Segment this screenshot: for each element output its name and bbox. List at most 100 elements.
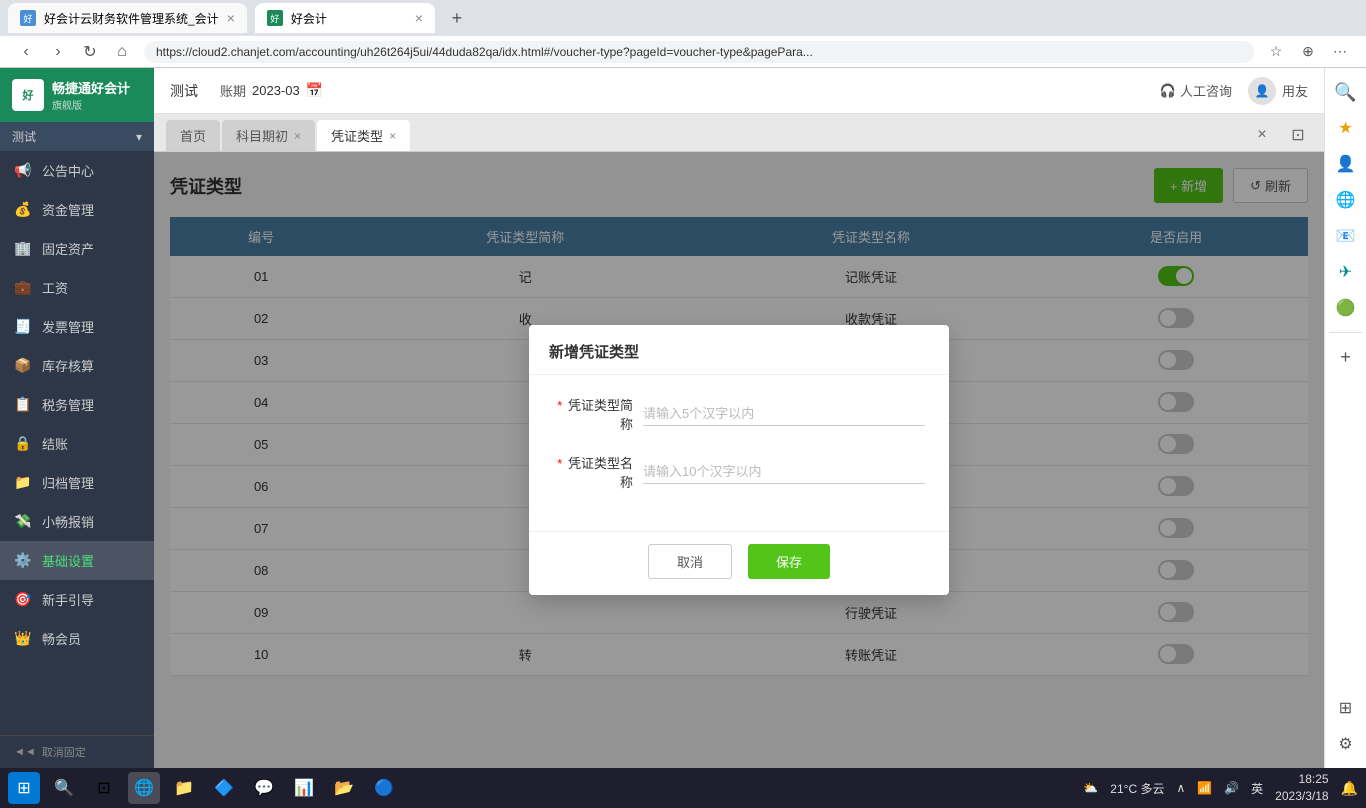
add-icon: + — [1340, 347, 1351, 368]
field-name-input[interactable] — [643, 460, 925, 484]
field-name-text: 凭证类型名称 — [568, 456, 633, 490]
refresh-button[interactable]: ↻ — [76, 38, 104, 66]
taskbar-taskview[interactable]: ⊡ — [88, 772, 120, 804]
close-label: 结账 — [42, 434, 68, 453]
right-send-button[interactable]: ✈ — [1330, 256, 1362, 288]
new-tab-button[interactable]: + — [443, 4, 471, 32]
right-green-button[interactable]: 🟢 — [1330, 292, 1362, 324]
browser-tab-1[interactable]: 好 好会计云财务软件管理系统_会计 × — [8, 3, 247, 33]
globe-icon: 🌐 — [1336, 190, 1356, 210]
right-gear-button[interactable]: ⚙ — [1330, 728, 1362, 760]
right-add-button[interactable]: + — [1330, 341, 1362, 373]
modal-dialog: 新增凭证类型 * 凭证类型简称 * — [529, 325, 949, 595]
user-label: 用友 — [1282, 81, 1308, 100]
tab-subject[interactable]: 科目期初 × — [222, 120, 315, 151]
tab-voucher[interactable]: 凭证类型 × — [317, 120, 410, 151]
sidebar-item-newuser[interactable]: 🎯 新手引导 — [0, 580, 154, 619]
wifi-icon: 📶 — [1197, 781, 1212, 795]
sidebar-item-settings[interactable]: ⚙️ 基础设置 — [0, 541, 154, 580]
sidebar-item-fund[interactable]: 💰 资金管理 — [0, 190, 154, 229]
right-search-button[interactable]: 🔍 — [1330, 76, 1362, 108]
taskbar-office[interactable]: 📊 — [288, 772, 320, 804]
taskbar-wechat[interactable]: 💬 — [248, 772, 280, 804]
weather-text: 21°C 多云 — [1110, 780, 1164, 797]
right-star-button[interactable]: ★ — [1330, 112, 1362, 144]
green-icon: 🟢 — [1336, 298, 1356, 318]
cancel-button[interactable]: 取消 — [648, 544, 732, 579]
user-button[interactable]: 👤 用友 — [1248, 77, 1308, 105]
right-grid-button[interactable]: ⊞ — [1330, 692, 1362, 724]
taskbar: ⊞ 🔍 ⊡ 🌐 📁 🔷 💬 📊 📂 🔵 ⛅ 21°C 多云 ∧ 📶 🔊 英 18… — [0, 768, 1366, 808]
taskbar-explorer[interactable]: 📁 — [168, 772, 200, 804]
field-short-input[interactable] — [643, 402, 925, 426]
grid-icon: ⊞ — [1339, 698, 1352, 718]
forward-button[interactable]: › — [44, 38, 72, 66]
taskbar-folder[interactable]: 📂 — [328, 772, 360, 804]
tax-icon: 📋 — [14, 396, 32, 414]
person-icon: 👤 — [1255, 84, 1270, 98]
sidebar-item-invoice[interactable]: 🧾 发票管理 — [0, 307, 154, 346]
sidebar-item-archive[interactable]: 📁 归档管理 — [0, 463, 154, 502]
right-email-button[interactable]: 📧 — [1330, 220, 1362, 252]
favorites-btn[interactable]: ☆ — [1262, 38, 1290, 66]
invoice-label: 发票管理 — [42, 317, 94, 336]
period-info: 测试 账期 2023-03 📅 — [170, 81, 323, 101]
send-icon: ✈ — [1339, 262, 1352, 282]
required-star: * — [557, 398, 562, 413]
asset-label: 固定资产 — [42, 239, 94, 258]
sidebar-item-expense[interactable]: 💸 小畅报销 — [0, 502, 154, 541]
back-button[interactable]: ‹ — [12, 38, 40, 66]
more-btn[interactable]: ⋯ — [1326, 38, 1354, 66]
taskbar-edge[interactable]: 🔷 — [208, 772, 240, 804]
sidebar-company[interactable]: 测试 ▾ — [0, 122, 154, 151]
tab-close-button[interactable]: × — [1248, 121, 1276, 149]
app-container: 好 畅捷通好会计 旗舰版 测试 ▾ 📢 公告中心 💰 资金管理 🏢 固定资产 — [0, 68, 1366, 768]
browser-tab-2[interactable]: 好 好会计 × — [255, 3, 435, 33]
tab-expand-button[interactable]: ⊡ — [1284, 121, 1312, 149]
unpin-label: 取消固定 — [42, 744, 86, 760]
sidebar-item-close[interactable]: 🔒 结账 — [0, 424, 154, 463]
tab-home-label: 首页 — [180, 126, 206, 145]
search-icon: 🔍 — [1334, 82, 1356, 103]
tab-home[interactable]: 首页 — [166, 120, 220, 151]
tab-subject-label: 科目期初 — [236, 126, 288, 145]
sidebar-unpin[interactable]: ◄◄ 取消固定 — [0, 735, 154, 768]
extension-btn[interactable]: ⊕ — [1294, 38, 1322, 66]
home-button[interactable]: ⌂ — [108, 38, 136, 66]
company-topbar: 测试 — [170, 81, 198, 101]
address-input[interactable]: https://cloud2.chanjet.com/accounting/uh… — [144, 41, 1254, 63]
save-button[interactable]: 保存 — [748, 544, 830, 579]
consultation-button[interactable]: 🎧 人工咨询 — [1160, 81, 1232, 100]
sidebar-item-member[interactable]: 👑 畅会员 — [0, 619, 154, 658]
notification-icon[interactable]: 🔔 — [1341, 780, 1358, 797]
tab2-title: 好会计 — [291, 10, 407, 27]
right-globe-button[interactable]: 🌐 — [1330, 184, 1362, 216]
tab-subject-close[interactable]: × — [294, 129, 301, 143]
tab1-title: 好会计云财务软件管理系统_会计 — [44, 10, 219, 27]
taskbar-edge2[interactable]: 🔵 — [368, 772, 400, 804]
calendar-icon[interactable]: 📅 — [306, 82, 323, 99]
right-person-button[interactable]: 👤 — [1330, 148, 1362, 180]
tab-voucher-close[interactable]: × — [389, 129, 396, 143]
sidebar-item-tax[interactable]: 📋 税务管理 — [0, 385, 154, 424]
sidebar-item-inventory[interactable]: 📦 库存核算 — [0, 346, 154, 385]
sidebar-item-notice[interactable]: 📢 公告中心 — [0, 151, 154, 190]
modal-header: 新增凭证类型 — [529, 325, 949, 375]
tab-bar: 首页 科目期初 × 凭证类型 × × ⊡ — [154, 114, 1324, 152]
clock-time: 18:25 — [1275, 771, 1328, 788]
start-button[interactable]: ⊞ — [8, 772, 40, 804]
taskbar-chrome[interactable]: 🌐 — [128, 772, 160, 804]
taskbar-search[interactable]: 🔍 — [48, 772, 80, 804]
tab2-favicon: 好 — [267, 10, 283, 26]
tab1-favicon: 好 — [20, 10, 36, 26]
sidebar-logo[interactable]: 好 畅捷通好会计 旗舰版 — [0, 68, 154, 122]
sidebar-item-payroll[interactable]: 💼 工资 — [0, 268, 154, 307]
browser-chrome: 好 好会计云财务软件管理系统_会计 × 好 好会计 × + — [0, 0, 1366, 36]
tab2-close[interactable]: × — [415, 10, 423, 26]
tab1-close[interactable]: × — [227, 10, 235, 26]
sidebar-item-asset[interactable]: 🏢 固定资产 — [0, 229, 154, 268]
top-bar: 测试 账期 2023-03 📅 🎧 人工咨询 👤 用友 — [154, 68, 1324, 114]
member-label: 畅会员 — [42, 629, 81, 648]
address-text: https://cloud2.chanjet.com/accounting/uh… — [156, 45, 813, 59]
headset-icon: 🎧 — [1160, 83, 1176, 99]
